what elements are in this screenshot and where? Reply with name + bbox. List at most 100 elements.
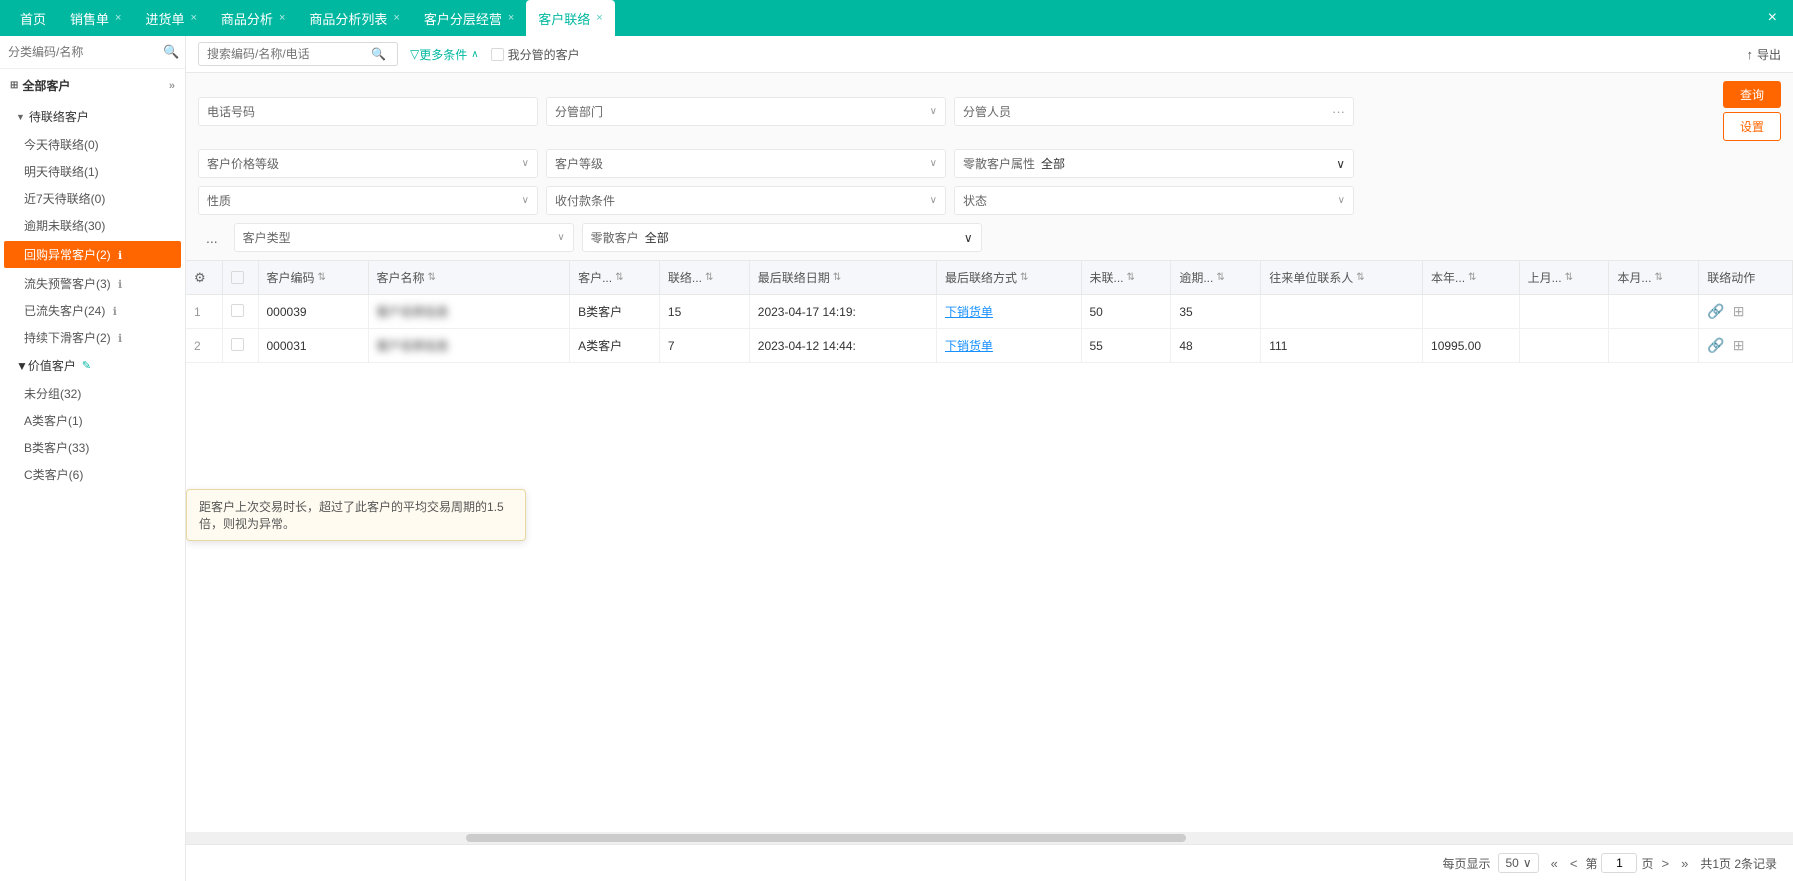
nav-product-analysis-close[interactable]: × (279, 12, 285, 24)
column-customer-type[interactable]: 客户...⇅ (570, 261, 660, 295)
per-page-select[interactable]: 50 ∨ (1498, 853, 1538, 873)
export-button[interactable]: ↑ 导出 (1746, 46, 1781, 63)
sidebar-lost-warning[interactable]: 流失预警客户(3) ℹ (0, 270, 185, 297)
filter-status[interactable]: 状态 ∨ (954, 186, 1354, 215)
filter-payment[interactable]: 收付款条件 ∨ (546, 186, 946, 215)
column-contact-person[interactable]: 往来单位联系人⇅ (1261, 261, 1423, 295)
chevron-down-icon: ∧ (471, 49, 478, 60)
nav-sales-close[interactable]: × (115, 12, 121, 24)
sidebar-tomorrow-contact[interactable]: 明天待联络(1) (0, 158, 185, 185)
nav-home[interactable]: 首页 (8, 0, 58, 36)
filter-price-level[interactable]: 客户价格等级 ∨ (198, 149, 538, 178)
nav-product-list[interactable]: 商品分析列表 × (297, 0, 411, 36)
sort-icon-contact: ⇅ (705, 272, 713, 283)
column-customer-name[interactable]: 客户名称⇅ (368, 261, 570, 295)
column-overdue[interactable]: 逾期...⇅ (1171, 261, 1261, 295)
action-link-icon-2[interactable]: 🔗 (1707, 337, 1724, 354)
column-this-month[interactable]: 本月...⇅ (1609, 261, 1699, 295)
sidebar-declining[interactable]: 持续下滑客户(2) ℹ (0, 324, 185, 351)
nav-customer-contact[interactable]: 客户联络 × (526, 0, 614, 36)
row-name-1[interactable]: 客户名称信息 (368, 295, 570, 329)
column-last-contact-method[interactable]: 最后联络方式⇅ (936, 261, 1081, 295)
filter-retail-customer[interactable]: 零散客户 全部 ∨ (582, 223, 982, 252)
last-method-link-1[interactable]: 下销货单 (945, 305, 993, 319)
filter-actions: 查询 设置 (1723, 81, 1781, 141)
prev-page-button[interactable]: < (1566, 854, 1582, 873)
sidebar-pending-contact-title[interactable]: ▼ 待联络客户 (0, 102, 185, 131)
row-checkbox-2[interactable] (222, 329, 258, 363)
window-close-button[interactable]: × (1760, 9, 1785, 27)
settings-icon[interactable]: ⚙ (194, 270, 206, 286)
scrollbar-thumb[interactable] (466, 834, 1186, 842)
chevron-down-icon-level: ∨ (930, 158, 937, 169)
row-1-checkbox[interactable] (231, 304, 244, 317)
column-last-month[interactable]: 上月...⇅ (1519, 261, 1609, 295)
my-customers-checkbox-area[interactable]: 我分管的客户 (491, 46, 580, 63)
sort-icon-date: ⇅ (833, 272, 841, 283)
action-link-icon-1[interactable]: 🔗 (1707, 303, 1724, 320)
page-number-input[interactable] (1601, 853, 1637, 873)
customer-search-input[interactable] (207, 47, 367, 61)
horizontal-scrollbar[interactable] (186, 832, 1793, 844)
nav-customer-segment-close[interactable]: × (508, 12, 514, 24)
sidebar-all-customers[interactable]: ⊞ 全部客户 » (0, 69, 185, 102)
row-checkbox-1[interactable] (222, 295, 258, 329)
filter-gender[interactable]: 性质 ∨ (198, 186, 538, 215)
nav-product-list-close[interactable]: × (393, 12, 399, 24)
search-icon[interactable]: 🔍 (371, 47, 386, 61)
sidebar-lost-customers[interactable]: 已流失客户(24) ℹ (0, 297, 185, 324)
column-no-contact[interactable]: 未联...⇅ (1081, 261, 1171, 295)
sidebar-search-input[interactable] (8, 45, 163, 59)
column-settings[interactable]: ⚙ (186, 261, 222, 295)
more-filters-dots[interactable]: ... (198, 230, 226, 246)
query-button[interactable]: 查询 (1723, 81, 1781, 108)
sidebar-today-contact[interactable]: 今天待联络(0) (0, 131, 185, 158)
nav-customer-segment[interactable]: 客户分层经营 × (412, 0, 526, 36)
sort-icon-person: ⇅ (1356, 272, 1364, 283)
sidebar-a-class[interactable]: A类客户(1) (0, 407, 185, 434)
sidebar-repurchase-abnormal[interactable]: 回购异常客户(2) ℹ (4, 241, 181, 268)
row-num-2: 2 (186, 329, 222, 363)
nav-purchase-close[interactable]: × (190, 12, 196, 24)
sidebar-overdue-contact[interactable]: 逾期未联络(30) (0, 212, 185, 239)
nav-sales[interactable]: 销售单 × (58, 0, 133, 36)
row-name-2[interactable]: 客户名称信息 (368, 329, 570, 363)
column-checkbox[interactable] (222, 261, 258, 295)
row-last-method-1[interactable]: 下销货单 (936, 295, 1081, 329)
nav-product-analysis[interactable]: 商品分析 × (209, 0, 297, 36)
last-method-link-2[interactable]: 下销货单 (945, 339, 993, 353)
filter-department[interactable]: 分管部门 ∨ (546, 97, 946, 126)
nav-customer-contact-close[interactable]: × (596, 12, 602, 24)
column-last-contact-date[interactable]: 最后联络日期⇅ (749, 261, 936, 295)
action-grid-icon-2[interactable]: ⊞ (1733, 337, 1745, 354)
row-this-year-1 (1423, 295, 1520, 329)
sidebar-ungroup[interactable]: 未分组(32) (0, 380, 185, 407)
sidebar-b-class[interactable]: B类客户(33) (0, 434, 185, 461)
select-all-checkbox[interactable] (231, 271, 244, 284)
sidebar-c-class[interactable]: C类客户(6) (0, 461, 185, 488)
next-page-button[interactable]: > (1657, 854, 1673, 873)
filter-bar: 🔍 ▽ 更多条件 ∧ 我分管的客户 ↑ 导出 (186, 36, 1793, 73)
filter-customer-level[interactable]: 客户等级 ∨ (546, 149, 946, 178)
filter-phone[interactable]: 电话号码 (198, 97, 538, 126)
my-customers-checkbox[interactable] (491, 48, 504, 61)
column-customer-code[interactable]: 客户编码⇅ (258, 261, 368, 295)
row-last-method-2[interactable]: 下销货单 (936, 329, 1081, 363)
sidebar-search-icon[interactable]: 🔍 (163, 44, 179, 60)
more-icon-manager[interactable]: ··· (1332, 104, 1345, 119)
column-contact-count[interactable]: 联络...⇅ (659, 261, 749, 295)
row-2-checkbox[interactable] (231, 338, 244, 351)
filter-customer-type[interactable]: 客户类型 ∨ (234, 223, 574, 252)
sidebar-value-customer-title[interactable]: ▼ 价值客户 ✎ (0, 351, 185, 380)
filter-retail-attr[interactable]: 零散客户属性 全部 ∨ (954, 149, 1354, 178)
nav-purchase[interactable]: 进货单 × (133, 0, 208, 36)
last-page-button[interactable]: » (1677, 854, 1692, 873)
filter-manager[interactable]: 分管人员 ··· (954, 97, 1354, 126)
edit-icon[interactable]: ✎ (82, 359, 91, 372)
action-grid-icon-1[interactable]: ⊞ (1733, 303, 1745, 320)
sidebar-7days-contact[interactable]: 近7天待联络(0) (0, 185, 185, 212)
settings-button[interactable]: 设置 (1723, 112, 1781, 141)
column-this-year[interactable]: 本年...⇅ (1423, 261, 1520, 295)
more-conditions-button[interactable]: ▽ 更多条件 ∧ (410, 46, 479, 63)
first-page-button[interactable]: « (1547, 854, 1562, 873)
